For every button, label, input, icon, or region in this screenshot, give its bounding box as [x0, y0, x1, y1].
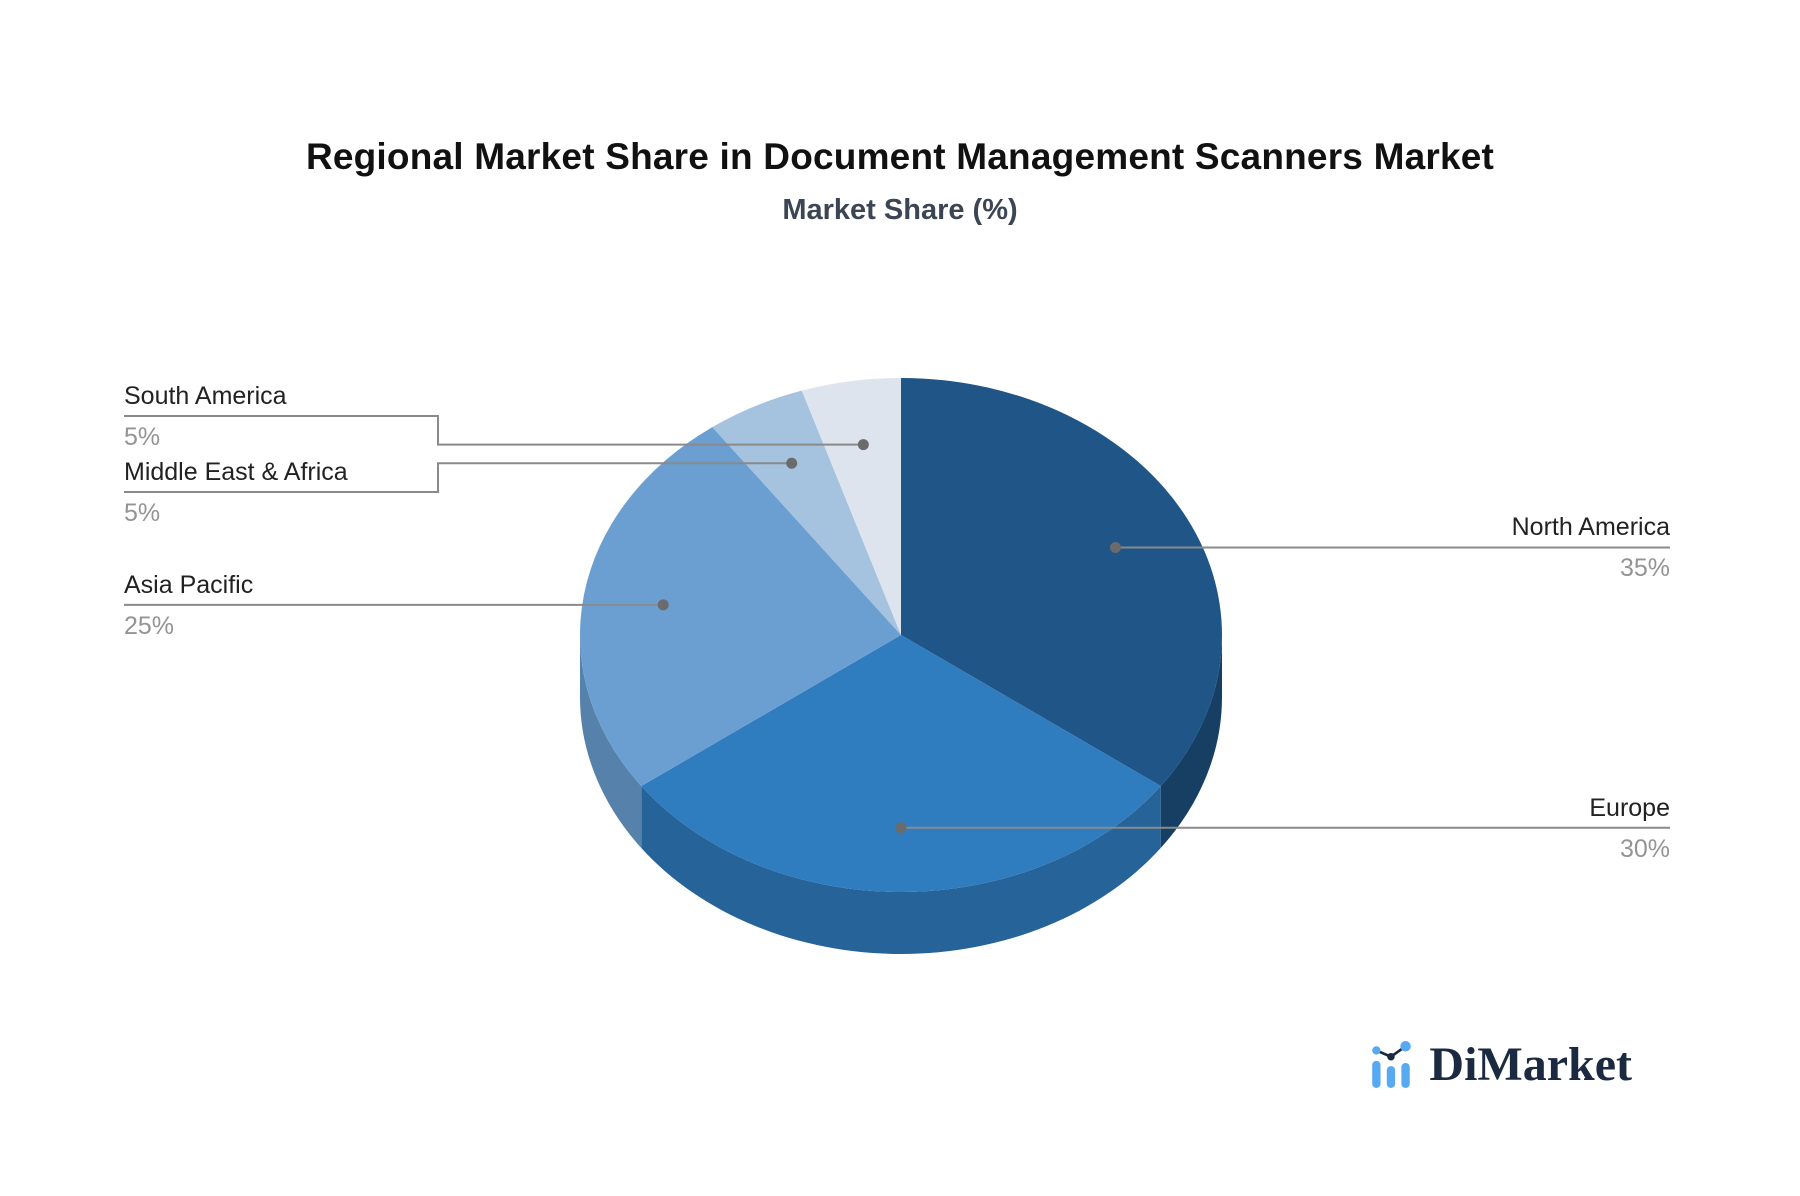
brand-name: DiMarket: [1429, 1042, 1632, 1088]
brand-logo: DiMarket: [1369, 1040, 1632, 1088]
slice-value-asia-pacific: 25%: [124, 612, 174, 640]
slice-label-europe: Europe: [1589, 794, 1670, 822]
chart-canvas: Regional Market Share in Document Manage…: [0, 0, 1800, 1196]
leader-dot-asia-pacific: [658, 599, 669, 610]
slice-label-south-america: South America: [124, 382, 287, 410]
slice-value-north-america: 35%: [1620, 554, 1670, 582]
slice-label-middle-east-africa: Middle East & Africa: [124, 458, 348, 486]
slice-label-north-america: North America: [1512, 513, 1670, 541]
leader-dot-south-america: [858, 439, 869, 450]
slice-value-europe: 30%: [1620, 835, 1670, 863]
pie-chart: [0, 0, 1800, 1196]
leader-dot-europe: [896, 822, 907, 833]
leader-dot-middle-east-africa: [786, 458, 797, 469]
brand-bars-icon: [1369, 1040, 1415, 1088]
slice-value-south-america: 5%: [124, 423, 160, 451]
slice-label-asia-pacific: Asia Pacific: [124, 571, 253, 599]
leader-dot-north-america: [1110, 542, 1121, 553]
slice-value-middle-east-africa: 5%: [124, 499, 160, 527]
